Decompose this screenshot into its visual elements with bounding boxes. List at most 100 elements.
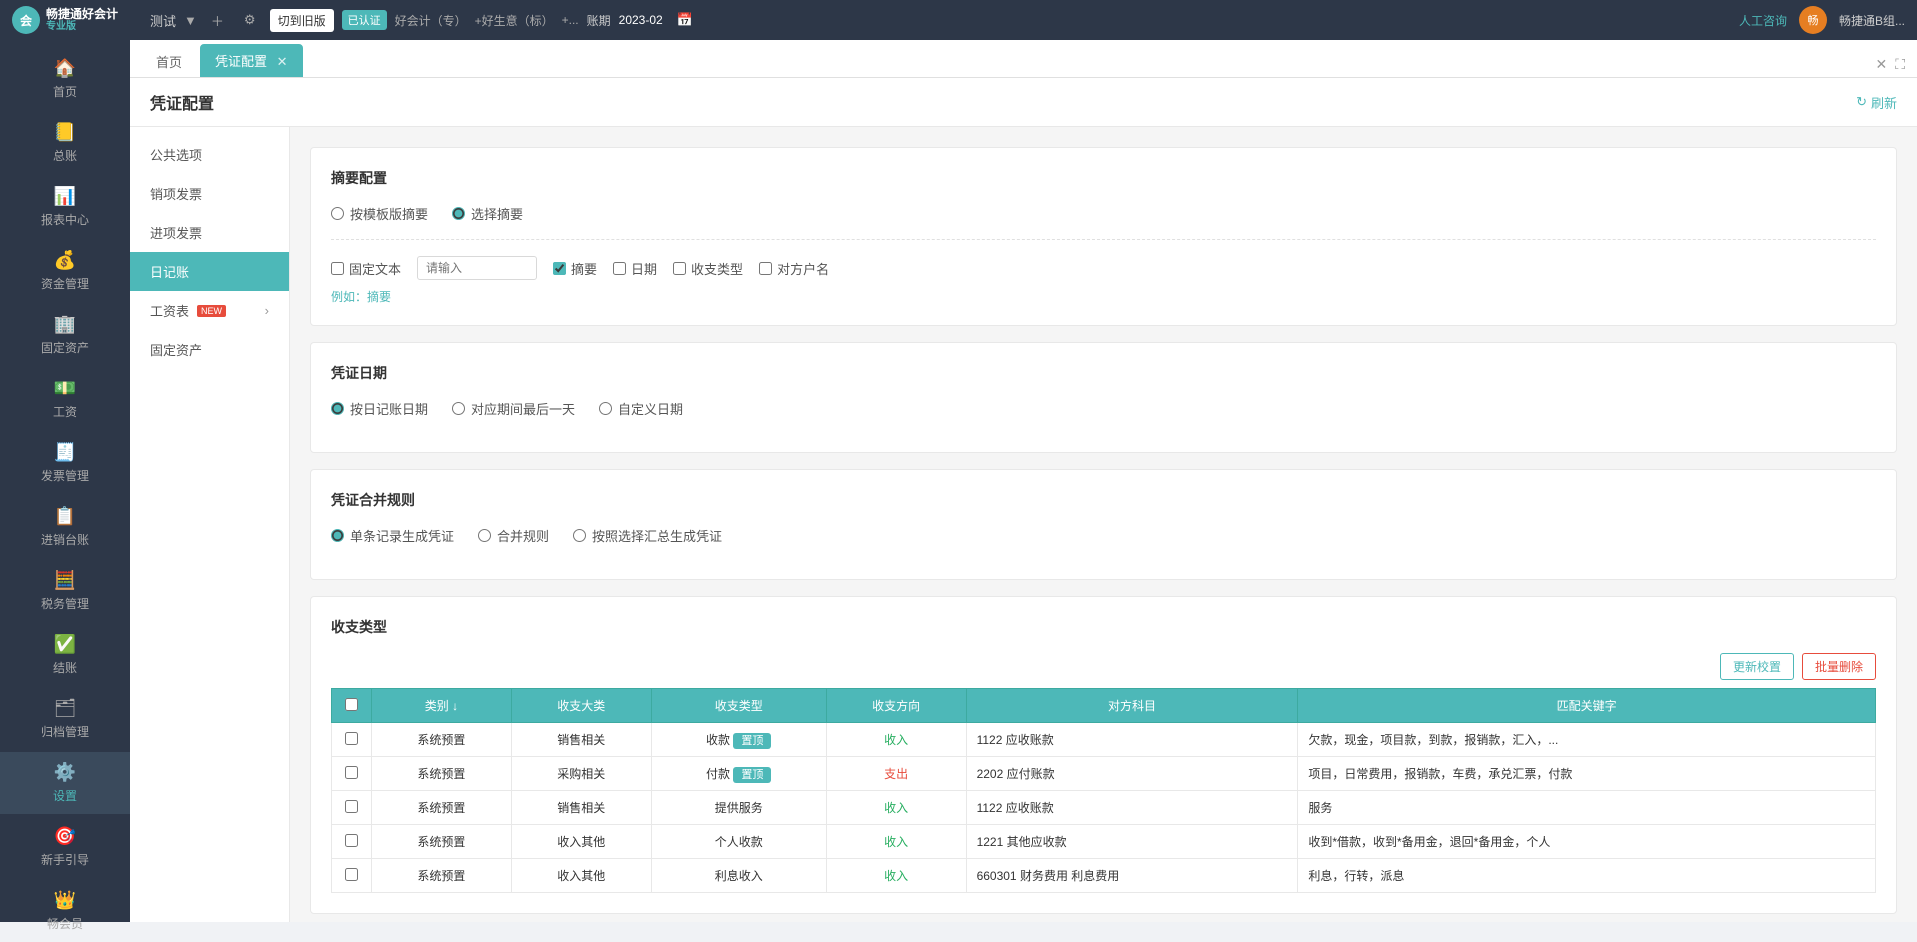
left-nav-sales[interactable]: 销项发票 <box>130 174 289 213</box>
test-label[interactable]: 测试 <box>150 11 176 30</box>
switch-old-btn[interactable]: 切到旧版 <box>270 9 334 32</box>
radio-custom-date[interactable]: 自定义日期 <box>599 399 683 418</box>
checkbox-summary[interactable]: 摘要 <box>553 259 597 278</box>
left-nav-journal[interactable]: 日记账 <box>130 252 289 291</box>
radio-last-day[interactable]: 对应期间最后一天 <box>452 399 575 418</box>
logo-area: 会 畅捷通好会计 专业版 <box>12 6 142 34</box>
row3-keywords: 服务 <box>1298 791 1876 825</box>
sidebar-item-member[interactable]: 👑 畅会员 <box>0 880 130 942</box>
summary-config-section: 摘要配置 按模板版摘要 选择摘要 <box>310 147 1897 326</box>
checkbox-date[interactable]: 日期 <box>613 259 657 278</box>
sidebar-item-settings[interactable]: ⚙️ 设置 <box>0 752 130 814</box>
sidebar-label-funds: 资金管理 <box>41 275 89 292</box>
sidebar-label-tax: 税务管理 <box>41 595 89 612</box>
radio-summary[interactable]: 按照选择汇总生成凭证 <box>573 526 722 545</box>
radio-journal-date[interactable]: 按日记账日期 <box>331 399 428 418</box>
page-header: 凭证配置 ↻ 刷新 <box>130 78 1917 127</box>
username[interactable]: 畅捷通B组... <box>1839 12 1905 29</box>
fixed-text-input[interactable] <box>417 256 537 280</box>
left-nav-purchase[interactable]: 进项发票 <box>130 213 289 252</box>
sidebar-item-reports[interactable]: 📊 报表中心 <box>0 176 130 238</box>
row2-type: 付款 置顶 <box>651 757 826 791</box>
logo-text: 畅捷通好会计 <box>46 7 118 21</box>
left-nav-public[interactable]: 公共选项 <box>130 135 289 174</box>
salary-icon: 💵 <box>54 378 76 399</box>
th-keywords: 匹配关键字 <box>1298 689 1876 723</box>
row3-checkbox[interactable] <box>332 791 372 825</box>
radio-merge[interactable]: 合并规则 <box>478 526 549 545</box>
sidebar-item-close[interactable]: ✅ 结账 <box>0 624 130 686</box>
user-avatar: 畅 <box>1799 6 1827 34</box>
sidebar: 🏠 首页 📒 总账 📊 报表中心 💰 资金管理 🏢 固定资产 💵 工资 🧾 发票… <box>0 40 130 922</box>
sidebar-label-purchase: 进销台账 <box>41 531 89 548</box>
tag-good-accounting: 好会计（专） <box>395 12 467 29</box>
row5-checkbox[interactable] <box>332 859 372 893</box>
reset-tag-2[interactable]: 置顶 <box>733 767 771 783</box>
row4-checkbox[interactable] <box>332 825 372 859</box>
window-close-icon[interactable]: ✕ <box>1875 56 1887 73</box>
table-row: 系统预置 收入其他 利息收入 收入 660301 财务费用 利息费用 利息，行转… <box>332 859 1876 893</box>
date-radio-group: 按日记账日期 对应期间最后一天 自定义日期 <box>331 399 1876 418</box>
row1-major: 销售相关 <box>511 723 651 757</box>
update-btn[interactable]: 更新校置 <box>1720 653 1794 680</box>
row1-direction: 收入 <box>826 723 966 757</box>
row5-type: 利息收入 <box>651 859 826 893</box>
period-label: 账期 <box>587 12 611 29</box>
radio-template-summary[interactable]: 按模板版摘要 <box>331 204 428 223</box>
row2-checkbox[interactable] <box>332 757 372 791</box>
settings-sidebar-icon: ⚙️ <box>54 762 76 783</box>
certified-badge: 已认证 <box>342 10 387 30</box>
topbar: 会 畅捷通好会计 专业版 测试 ▼ ＋ ⚙ 切到旧版 已认证 好会计（专） +好… <box>0 0 1917 40</box>
sidebar-item-tax[interactable]: 🧮 税务管理 <box>0 560 130 622</box>
row2-category: 系统预置 <box>372 757 512 791</box>
sidebar-item-ledger[interactable]: 📒 总账 <box>0 112 130 174</box>
settings-icon[interactable]: ⚙ <box>238 10 262 30</box>
dropdown-arrow-icon[interactable]: ▼ <box>184 13 197 28</box>
sidebar-item-assets[interactable]: 🏢 固定资产 <box>0 304 130 366</box>
close-tab-icon[interactable]: ✕ <box>277 54 288 69</box>
checkbox-fixed-text[interactable]: 固定文本 <box>331 259 401 278</box>
sidebar-item-archive[interactable]: 🗂 归档管理 <box>0 688 130 750</box>
reset-tag-1[interactable]: 置顶 <box>733 733 771 749</box>
checkbox-income-type[interactable]: 收支类型 <box>673 259 743 278</box>
left-nav-payroll[interactable]: 工资表 NEW › <box>130 291 289 330</box>
service-label[interactable]: 人工咨询 <box>1739 12 1787 29</box>
calendar-icon[interactable]: 📅 <box>671 10 699 30</box>
voucher-date-title: 凭证日期 <box>331 363 1876 383</box>
radio-single[interactable]: 单条记录生成凭证 <box>331 526 454 545</box>
batch-delete-btn[interactable]: 批量删除 <box>1802 653 1876 680</box>
sidebar-item-purchase[interactable]: 📋 进销台账 <box>0 496 130 558</box>
sidebar-item-salary[interactable]: 💵 工资 <box>0 368 130 430</box>
window-expand-icon[interactable]: ⛶ <box>1895 56 1905 73</box>
sidebar-item-home[interactable]: 🏠 首页 <box>0 48 130 110</box>
sidebar-label-ledger: 总账 <box>53 147 77 164</box>
example-text: 例如：摘要 <box>331 288 1876 305</box>
page-title: 凭证配置 <box>150 90 214 114</box>
sidebar-item-funds[interactable]: 💰 资金管理 <box>0 240 130 302</box>
radio-select-summary[interactable]: 选择摘要 <box>452 204 523 223</box>
row2-account: 2202 应付账款 <box>966 757 1298 791</box>
th-major-type: 收支大类 <box>511 689 651 723</box>
purchase-icon: 📋 <box>54 506 76 527</box>
merge-rules-title: 凭证合并规则 <box>331 490 1876 510</box>
left-nav-fixed-assets[interactable]: 固定资产 <box>130 330 289 369</box>
sidebar-item-invoice[interactable]: 🧾 发票管理 <box>0 432 130 494</box>
main-content: 摘要配置 按模板版摘要 选择摘要 <box>290 127 1917 922</box>
tag-good-business: +好生意（标） <box>475 12 554 29</box>
assets-icon: 🏢 <box>54 314 76 335</box>
sidebar-label-guide: 新手引导 <box>41 851 89 868</box>
table-row: 系统预置 销售相关 提供服务 收入 1122 应收账款 服务 <box>332 791 1876 825</box>
select-all-checkbox[interactable] <box>345 698 358 711</box>
sidebar-item-guide[interactable]: 🎯 新手引导 <box>0 816 130 878</box>
tab-home[interactable]: 首页 <box>142 46 196 77</box>
row4-major: 收入其他 <box>511 825 651 859</box>
merge-radio-group: 单条记录生成凭证 合并规则 按照选择汇总生成凭证 <box>331 526 1876 545</box>
row2-keywords: 项目，日常费用，报销款，车费，承兑汇票，付款 <box>1298 757 1876 791</box>
add-icon[interactable]: ＋ <box>205 9 230 32</box>
sidebar-label-archive: 归档管理 <box>41 723 89 740</box>
refresh-btn[interactable]: ↻ 刷新 <box>1856 93 1897 112</box>
checkbox-counterparty[interactable]: 对方户名 <box>759 259 829 278</box>
th-checkbox[interactable] <box>332 689 372 723</box>
row1-checkbox[interactable] <box>332 723 372 757</box>
tab-voucher-config[interactable]: 凭证配置 ✕ <box>200 44 303 77</box>
